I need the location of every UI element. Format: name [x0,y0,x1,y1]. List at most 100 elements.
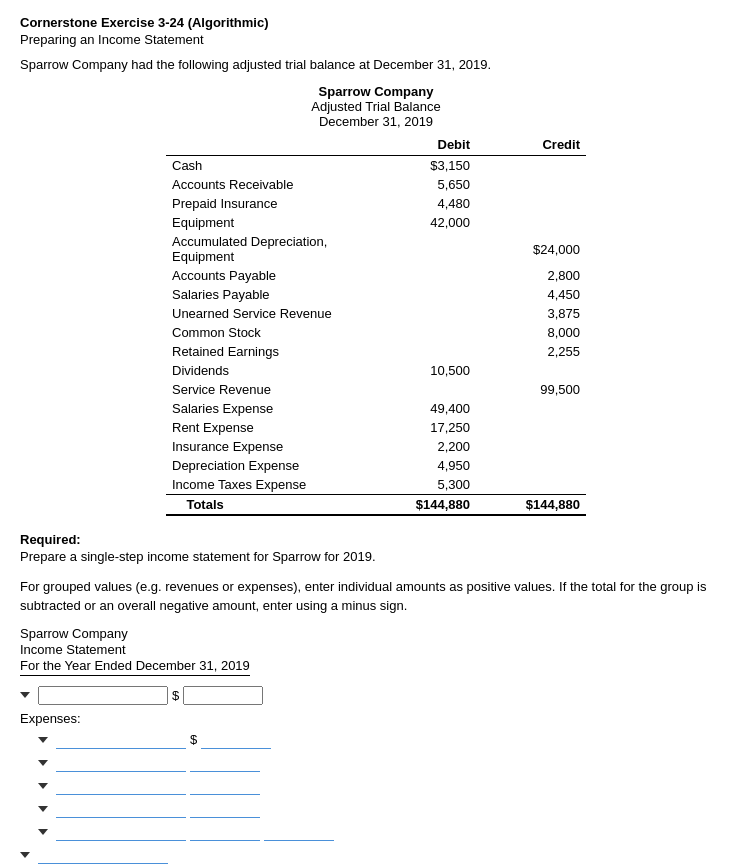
table-row: Insurance Expense 2,200 [166,437,586,456]
exercise-subtitle: Preparing an Income Statement [20,32,732,47]
report-date: December 31, 2019 [20,114,732,129]
table-row: Retained Earnings 2,255 [166,342,586,361]
row-debit [366,232,476,266]
table-row: Common Stock 8,000 [166,323,586,342]
row-label: Insurance Expense [166,437,366,456]
row-label: Unearned Service Revenue [166,304,366,323]
expense-dropdown-2[interactable] [38,760,48,766]
expense-label-2[interactable] [56,754,186,772]
net-income-dropdown[interactable] [20,852,30,858]
row-credit: 8,000 [476,323,586,342]
revenue-dropdown[interactable] [20,692,30,698]
row-debit: 5,650 [366,175,476,194]
trial-balance-table: Debit Credit Cash $3,150 Accounts Receiv… [166,135,586,516]
income-statement-section: Sparrow Company Income Statement For the… [20,626,732,868]
row-credit: 3,875 [476,304,586,323]
intro-text: Sparrow Company had the following adjust… [20,57,732,72]
row-credit: $24,000 [476,232,586,266]
row-debit: 4,950 [366,456,476,475]
row-label: Rent Expense [166,418,366,437]
expense-dropdown-1[interactable] [38,737,48,743]
table-row: Salaries Payable 4,450 [166,285,586,304]
is-title: Income Statement [20,642,732,657]
row-label: Income Taxes Expense [166,475,366,495]
expense-row-3 [38,777,732,795]
is-company-name: Sparrow Company [20,626,732,641]
table-row: Income Taxes Expense 5,300 [166,475,586,495]
report-title: Adjusted Trial Balance [20,99,732,114]
row-credit [476,475,586,495]
expense-label-4[interactable] [56,800,186,818]
row-debit: 42,000 [366,213,476,232]
row-debit: 17,250 [366,418,476,437]
revenue-amount-input[interactable] [183,686,263,705]
row-debit [366,304,476,323]
required-label: Required: [20,532,732,547]
row-credit [476,156,586,176]
table-row: Accounts Payable 2,800 [166,266,586,285]
row-label: Prepaid Insurance [166,194,366,213]
totals-credit: $144,880 [476,495,586,516]
row-debit: 2,200 [366,437,476,456]
revenue-label-input[interactable] [38,686,168,705]
is-period: For the Year Ended December 31, 2019 [20,658,732,682]
credit-header: Credit [476,135,586,156]
expense-row-1: $ [38,731,732,749]
table-row: Dividends 10,500 [166,361,586,380]
expense-amount-5[interactable] [190,823,260,841]
row-label: Accounts Payable [166,266,366,285]
table-row: Accounts Receivable 5,650 [166,175,586,194]
row-credit [476,361,586,380]
row-credit [476,175,586,194]
row-label: Accounts Receivable [166,175,366,194]
expense-label-1[interactable] [56,731,186,749]
row-label: Salaries Expense [166,399,366,418]
expense-dropdown-4[interactable] [38,806,48,812]
row-debit: 5,300 [366,475,476,495]
row-credit [476,437,586,456]
expense-amount-2[interactable] [190,754,260,772]
table-row: Cash $3,150 [166,156,586,176]
expense-amount-1[interactable] [201,731,271,749]
row-debit [366,266,476,285]
expense-subtotal[interactable] [264,823,334,841]
table-row: Salaries Expense 49,400 [166,399,586,418]
row-credit [476,456,586,475]
row-label: Service Revenue [166,380,366,399]
row-label: Salaries Payable [166,285,366,304]
expense-amount-4[interactable] [190,800,260,818]
table-row: Accumulated Depreciation, Equipment $24,… [166,232,586,266]
totals-label: Totals [166,495,366,516]
row-label: Accumulated Depreciation, Equipment [166,232,366,266]
row-label: Common Stock [166,323,366,342]
totals-row: Totals $144,880 $144,880 [166,495,586,516]
company-name: Sparrow Company [20,84,732,99]
table-row: Equipment 42,000 [166,213,586,232]
expense-amount-3[interactable] [190,777,260,795]
row-label: Retained Earnings [166,342,366,361]
row-label: Equipment [166,213,366,232]
expense-label-5[interactable] [56,823,186,841]
row-debit: 10,500 [366,361,476,380]
table-row: Service Revenue 99,500 [166,380,586,399]
row-label: Depreciation Expense [166,456,366,475]
row-label: Cash [166,156,366,176]
expense-dropdown-3[interactable] [38,783,48,789]
row-credit [476,194,586,213]
net-income-row [20,846,732,864]
row-credit [476,213,586,232]
expense-label-3[interactable] [56,777,186,795]
row-debit [366,342,476,361]
row-debit: 4,480 [366,194,476,213]
revenue-row: $ [20,686,732,705]
row-debit [366,380,476,399]
table-row: Depreciation Expense 4,950 [166,456,586,475]
row-debit: $3,150 [366,156,476,176]
row-debit: 49,400 [366,399,476,418]
row-credit [476,418,586,437]
expense-dropdown-5[interactable] [38,829,48,835]
row-credit: 2,800 [476,266,586,285]
net-income-label[interactable] [38,846,168,864]
instruction-2: For grouped values (e.g. revenues or exp… [20,577,732,616]
debit-header: Debit [366,135,476,156]
